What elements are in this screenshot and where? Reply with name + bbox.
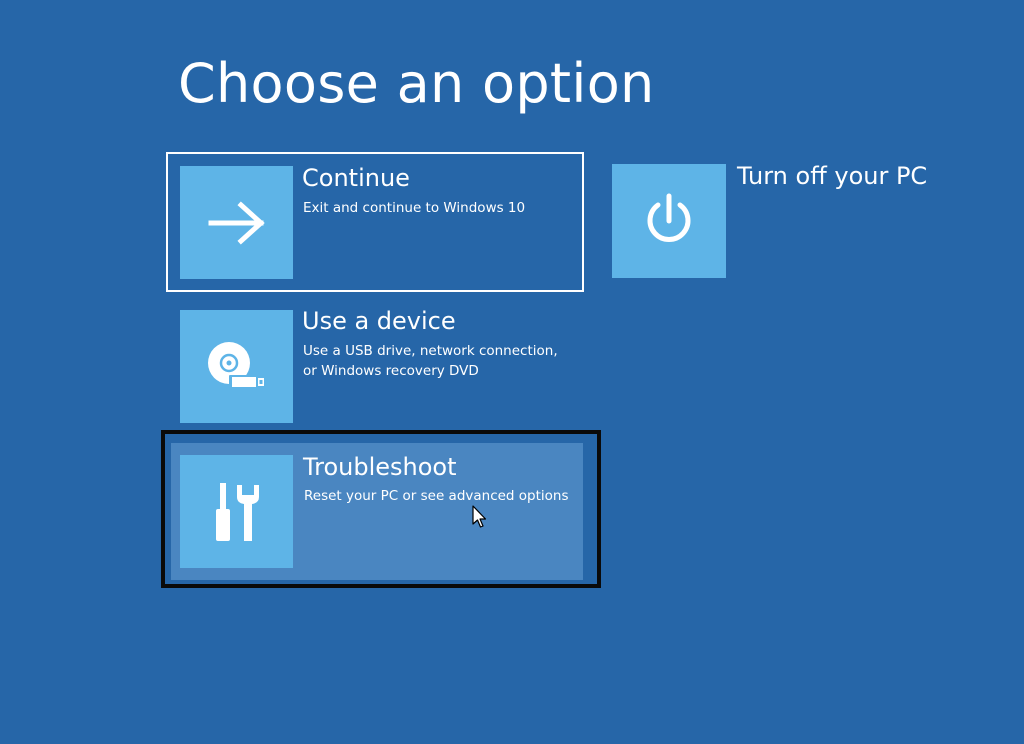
use-device-title: Use a device bbox=[302, 307, 456, 335]
troubleshoot-description: Reset your PC or see advanced options bbox=[304, 488, 569, 504]
turn-off-title: Turn off your PC bbox=[737, 162, 928, 190]
troubleshoot-tile[interactable] bbox=[180, 455, 293, 568]
turn-off-tile[interactable] bbox=[612, 164, 726, 278]
continue-title: Continue bbox=[302, 164, 410, 192]
troubleshoot-title: Troubleshoot bbox=[303, 453, 457, 481]
use-device-tile[interactable] bbox=[180, 310, 293, 423]
continue-description: Exit and continue to Windows 10 bbox=[303, 200, 526, 216]
usb-disc-icon bbox=[207, 341, 264, 389]
use-device-option[interactable]: Use a device Use a USB drive, network co… bbox=[166, 296, 584, 436]
use-device-description: Use a USB drive, network connection, or … bbox=[303, 343, 558, 379]
troubleshoot-option[interactable]: Troubleshoot Reset your PC or see advanc… bbox=[161, 430, 601, 588]
arrow-right-icon bbox=[208, 200, 265, 245]
continue-option[interactable]: Continue Exit and continue to Windows 10 bbox=[166, 152, 584, 292]
power-icon bbox=[647, 193, 691, 242]
turn-off-option[interactable]: Turn off your PC bbox=[612, 162, 932, 280]
mouse-cursor-icon bbox=[472, 505, 486, 528]
page-title: Choose an option bbox=[178, 52, 655, 115]
tools-icon bbox=[215, 482, 259, 541]
continue-tile[interactable] bbox=[180, 166, 293, 279]
